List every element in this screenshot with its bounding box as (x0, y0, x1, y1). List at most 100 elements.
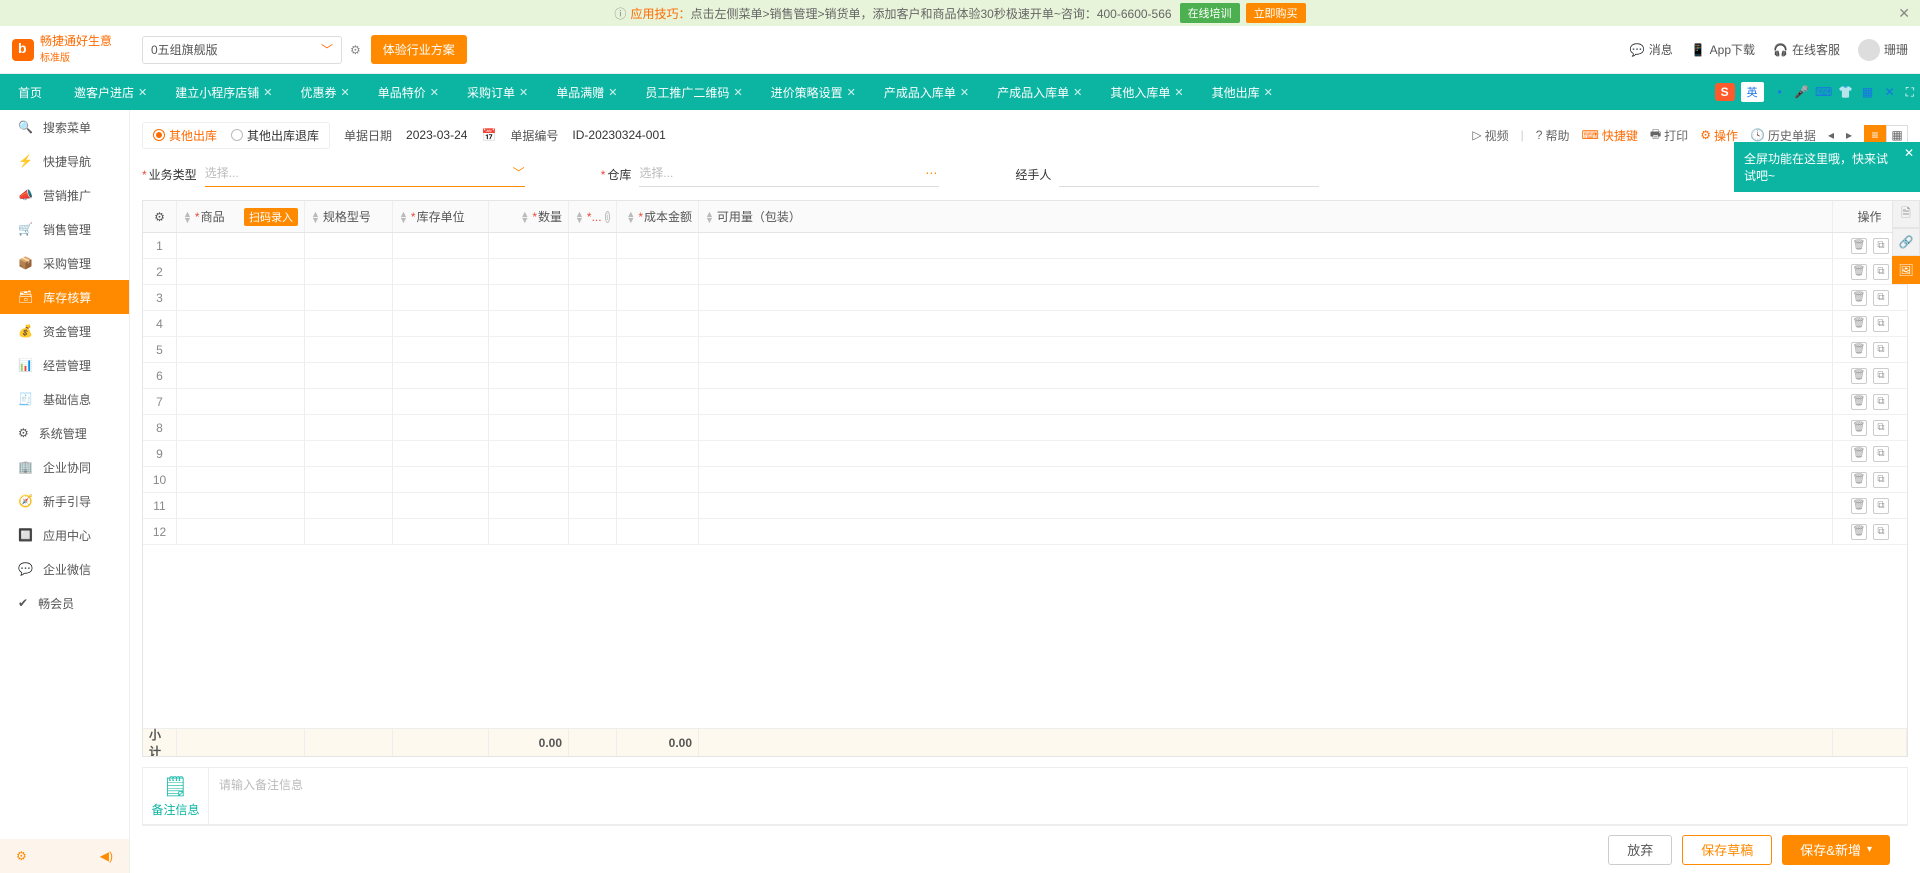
tab-close-icon[interactable]: ✕ (263, 86, 272, 99)
row-delete-icon[interactable]: 🗑 (1851, 524, 1867, 540)
table-row[interactable]: 2🗑⧉ (143, 259, 1907, 285)
ops-link[interactable]: ⚙操作 (1700, 127, 1738, 144)
table-row[interactable]: 12🗑⧉ (143, 519, 1907, 545)
tab-6[interactable]: 单品满赠✕ (542, 74, 631, 110)
ime-keyboard-icon[interactable]: ⌨ (1816, 84, 1832, 100)
radio-other-out[interactable]: 其他出库 (153, 127, 217, 144)
table-row[interactable]: 6🗑⧉ (143, 363, 1907, 389)
promo-close-icon[interactable]: ✕ (1898, 5, 1910, 22)
table-row[interactable]: 9🗑⧉ (143, 441, 1907, 467)
row-copy-icon[interactable]: ⧉ (1873, 420, 1889, 436)
tab-9[interactable]: 产成品入库单✕ (870, 74, 983, 110)
tab-1[interactable]: 邀客户进店✕ (60, 74, 161, 110)
col-qty[interactable]: ▲▼*数量 (489, 201, 569, 232)
discard-button[interactable]: 放弃 (1608, 835, 1672, 865)
tab-3[interactable]: 优惠券✕ (286, 74, 363, 110)
tab-0[interactable]: 首页 (0, 74, 60, 110)
try-industry-button[interactable]: 体验行业方案 (371, 35, 467, 64)
row-delete-icon[interactable]: 🗑 (1851, 238, 1867, 254)
ime-shirt-icon[interactable]: 👕 (1838, 84, 1854, 100)
table-row[interactable]: 11🗑⧉ (143, 493, 1907, 519)
print-link[interactable]: 🖶打印 (1650, 125, 1688, 146)
row-copy-icon[interactable]: ⧉ (1873, 238, 1889, 254)
sidebar-item-11[interactable]: 🧭新手引导 (0, 484, 129, 518)
next-doc[interactable]: ▸ (1846, 128, 1852, 142)
video-link[interactable]: ▷视频 (1472, 127, 1508, 144)
tab-5[interactable]: 采购订单✕ (453, 74, 542, 110)
rail-attach-icon[interactable]: 🔗 (1892, 228, 1920, 256)
row-delete-icon[interactable]: 🗑 (1851, 446, 1867, 462)
sidebar-item-2[interactable]: 📣营销推广 (0, 178, 129, 212)
sidebar-item-3[interactable]: 🛒销售管理 (0, 212, 129, 246)
more-icon[interactable]: ⋯ (925, 166, 939, 180)
handler-input[interactable] (1059, 161, 1319, 187)
sidebar-item-14[interactable]: ✔畅会员 (0, 586, 129, 620)
history-link[interactable]: 🕓历史单据 (1750, 127, 1816, 144)
tab-12[interactable]: 其他出库✕ (1198, 74, 1287, 110)
sidebar-item-0[interactable]: 🔍搜索菜单 (0, 110, 129, 144)
row-delete-icon[interactable]: 🗑 (1851, 420, 1867, 436)
row-delete-icon[interactable]: 🗑 (1851, 290, 1867, 306)
tab-7[interactable]: 员工推广二维码✕ (631, 74, 756, 110)
table-row[interactable]: 10🗑⧉ (143, 467, 1907, 493)
online-training-button[interactable]: 在线培训 (1180, 3, 1240, 23)
tab-10[interactable]: 产成品入库单✕ (983, 74, 1096, 110)
sidebar-item-8[interactable]: 🧾基础信息 (0, 382, 129, 416)
tab-8[interactable]: 进价策略设置✕ (757, 74, 870, 110)
col-available[interactable]: ▲▼可用量（包装） (699, 201, 1833, 232)
tab-close-icon[interactable]: ✕ (1264, 86, 1273, 99)
ime-mic-icon[interactable]: 🎤 (1794, 84, 1810, 100)
column-settings[interactable]: ⚙ (143, 201, 177, 232)
date-value[interactable]: 2023-03-24 (406, 128, 467, 142)
buy-now-button[interactable]: 立即购买 (1246, 3, 1306, 23)
fullscreen-icon[interactable]: ⛶ (1906, 85, 1914, 100)
tab-close-icon[interactable]: ✕ (733, 86, 742, 99)
remark-input[interactable]: 请输入备注信息 (209, 768, 1907, 824)
row-copy-icon[interactable]: ⧉ (1873, 472, 1889, 488)
row-copy-icon[interactable]: ⧉ (1873, 316, 1889, 332)
table-row[interactable]: 4🗑⧉ (143, 311, 1907, 337)
col-extra[interactable]: ▲▼*...i (569, 201, 617, 232)
row-delete-icon[interactable]: 🗑 (1851, 472, 1867, 488)
row-delete-icon[interactable]: 🗑 (1851, 394, 1867, 410)
table-row[interactable]: 3🗑⧉ (143, 285, 1907, 311)
tab-close-icon[interactable]: ✕ (847, 86, 856, 99)
row-delete-icon[interactable]: 🗑 (1851, 264, 1867, 280)
user-menu[interactable]: 珊珊 (1858, 39, 1908, 61)
tab-close-icon[interactable]: ✕ (519, 86, 528, 99)
messages-link[interactable]: 💬消息 (1630, 41, 1673, 58)
sidebar-item-9[interactable]: ⚙系统管理 (0, 416, 129, 450)
save-and-new-button[interactable]: 保存&新增▾ (1782, 835, 1890, 865)
ime-close-icon[interactable]: ✕ (1882, 84, 1898, 100)
rail-image-icon[interactable]: 🖼 (1892, 256, 1920, 284)
tip-close-icon[interactable]: ✕ (1904, 146, 1914, 160)
warehouse-select[interactable]: 选择... ⋯ (639, 161, 939, 187)
row-delete-icon[interactable]: 🗑 (1851, 342, 1867, 358)
scan-badge[interactable]: 扫码录入 (244, 208, 298, 226)
prev-doc[interactable]: ◂ (1828, 128, 1834, 142)
row-copy-icon[interactable]: ⧉ (1873, 368, 1889, 384)
sidebar-item-1[interactable]: ⚡快捷导航 (0, 144, 129, 178)
row-copy-icon[interactable]: ⧉ (1873, 524, 1889, 540)
calendar-icon[interactable]: 📅 (481, 128, 496, 142)
table-row[interactable]: 1🗑⧉ (143, 233, 1907, 259)
col-product[interactable]: ▲▼*商品 扫码录入 (177, 201, 305, 232)
tab-close-icon[interactable]: ✕ (1073, 86, 1082, 99)
row-copy-icon[interactable]: ⧉ (1873, 394, 1889, 410)
info-icon[interactable]: i (605, 211, 610, 223)
tab-close-icon[interactable]: ✕ (430, 86, 439, 99)
app-download-link[interactable]: 📱App下载 (1691, 41, 1755, 58)
ime-badge[interactable]: S (1715, 83, 1735, 101)
row-delete-icon[interactable]: 🗑 (1851, 498, 1867, 514)
col-spec[interactable]: ▲▼规格型号 (305, 201, 393, 232)
tab-2[interactable]: 建立小程序店铺✕ (161, 74, 286, 110)
sidebar-item-6[interactable]: 💰资金管理 (0, 314, 129, 348)
col-unit[interactable]: ▲▼*库存单位 (393, 201, 489, 232)
sidebar-item-12[interactable]: 🔲应用中心 (0, 518, 129, 552)
row-copy-icon[interactable]: ⧉ (1873, 264, 1889, 280)
sidebar-item-13[interactable]: 💬企业微信 (0, 552, 129, 586)
biz-type-select[interactable]: 选择... ﹀ (205, 161, 525, 187)
ime-grid-icon[interactable]: ▦ (1860, 84, 1876, 100)
tab-4[interactable]: 单品特价✕ (364, 74, 453, 110)
radio-other-out-return[interactable]: 其他出库退库 (231, 127, 319, 144)
